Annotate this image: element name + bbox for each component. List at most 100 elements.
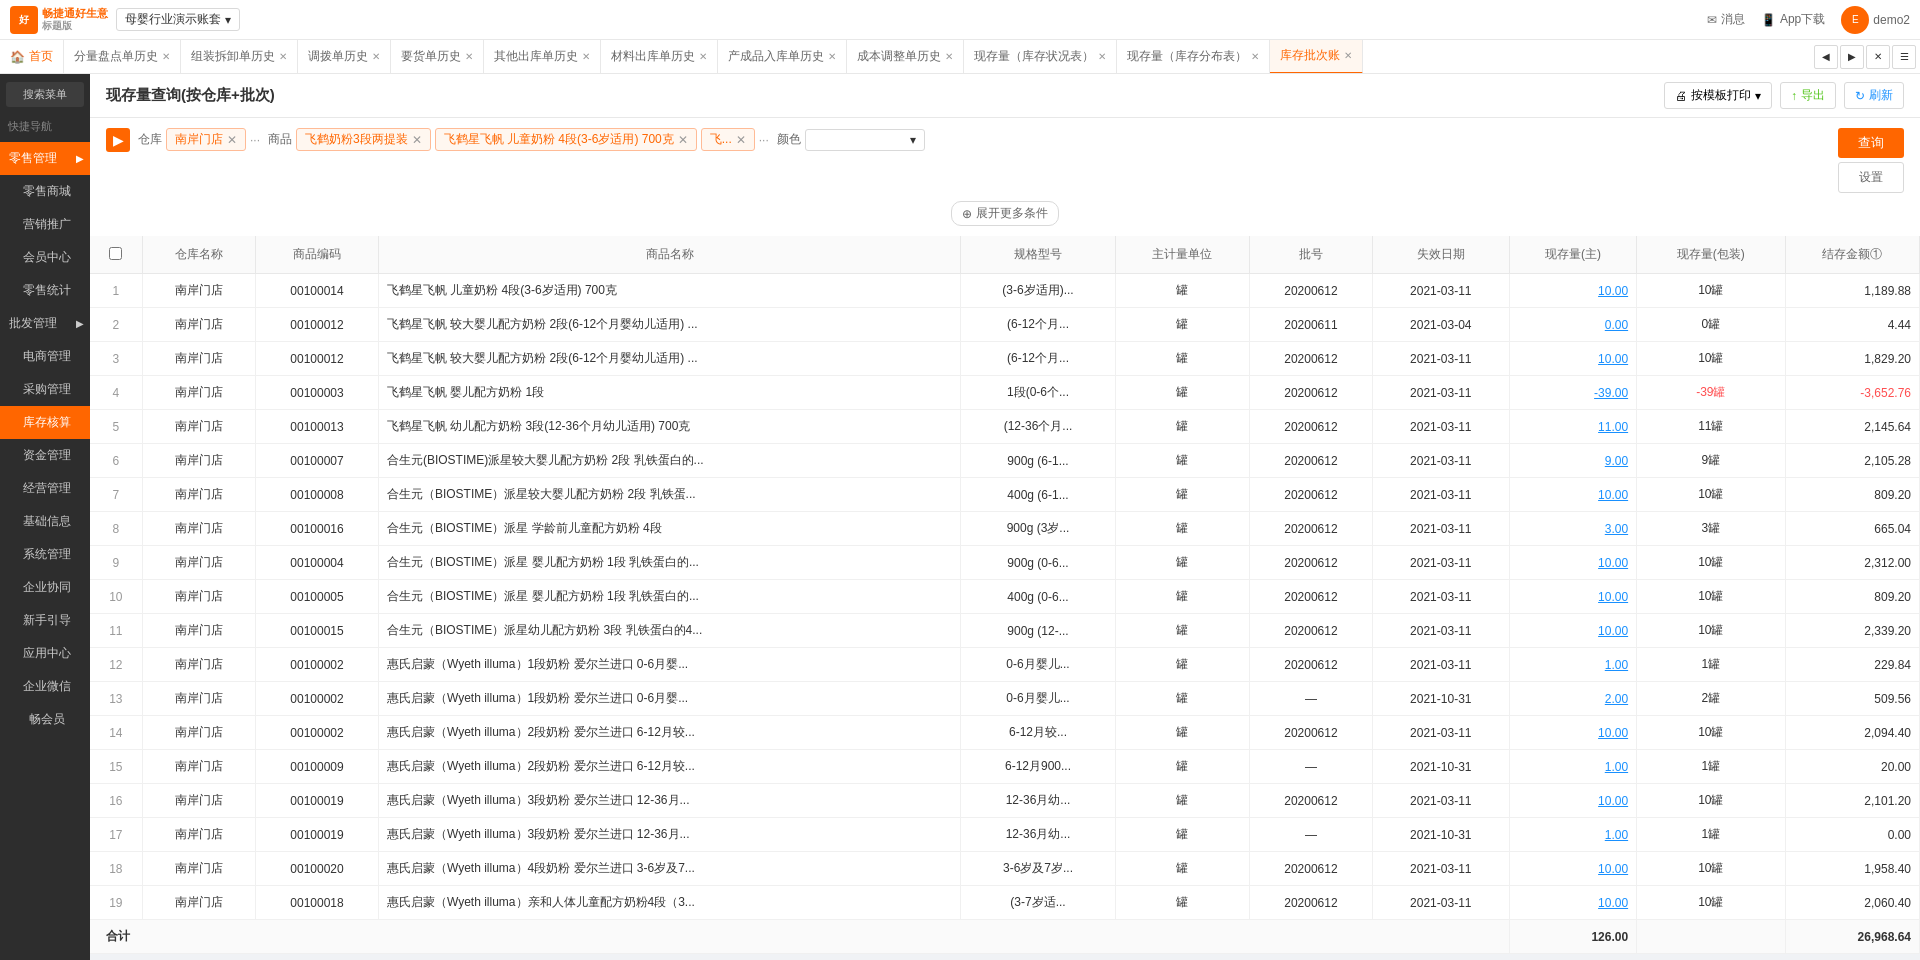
sidebar-item-finance[interactable]: 资金管理 bbox=[0, 439, 90, 472]
tab-xiancun2[interactable]: 现存量（库存分布表） ✕ bbox=[1117, 40, 1270, 74]
row-qty[interactable]: 10.00 bbox=[1509, 716, 1636, 750]
setting-button[interactable]: 设置 bbox=[1838, 162, 1904, 193]
tag-close-icon[interactable]: ✕ bbox=[412, 133, 422, 147]
user-avatar[interactable]: E demo2 bbox=[1841, 6, 1910, 34]
tag-close-icon[interactable]: ✕ bbox=[678, 133, 688, 147]
table-row: 17 南岸门店 00100019 惠氏启蒙（Wyeth illuma）3段奶粉 … bbox=[90, 818, 1920, 852]
warehouse-tag[interactable]: 南岸门店 ✕ bbox=[166, 128, 246, 151]
expand-filter-button[interactable]: ▶ bbox=[106, 128, 130, 152]
tag-close-icon[interactable]: ✕ bbox=[736, 133, 746, 147]
row-code: 00100007 bbox=[256, 444, 379, 478]
search-menu-button[interactable]: 搜索菜单 bbox=[6, 82, 84, 107]
row-qty[interactable]: 0.00 bbox=[1509, 308, 1636, 342]
select-all-checkbox[interactable] bbox=[109, 247, 122, 260]
row-qty[interactable]: 2.00 bbox=[1509, 682, 1636, 716]
sidebar-item-wechat[interactable]: 企业微信 bbox=[0, 670, 90, 703]
sidebar-item-system[interactable]: 系统管理 bbox=[0, 538, 90, 571]
tab-zuzhuang[interactable]: 组装拆卸单历史 ✕ bbox=[181, 40, 298, 74]
message-button[interactable]: ✉ 消息 bbox=[1707, 11, 1745, 28]
close-icon[interactable]: ✕ bbox=[372, 51, 380, 62]
sidebar-item-basic[interactable]: 基础信息 bbox=[0, 505, 90, 538]
row-qty[interactable]: 10.00 bbox=[1509, 580, 1636, 614]
sidebar-item-purchase[interactable]: 采购管理 bbox=[0, 373, 90, 406]
row-qty[interactable]: 10.00 bbox=[1509, 886, 1636, 920]
sidebar-item-member2[interactable]: 畅会员 bbox=[0, 703, 90, 736]
sidebar-item-apps[interactable]: 应用中心 bbox=[0, 637, 90, 670]
close-icon[interactable]: ✕ bbox=[828, 51, 836, 62]
tab-diaobo[interactable]: 调拨单历史 ✕ bbox=[298, 40, 391, 74]
row-qty[interactable]: 10.00 bbox=[1509, 852, 1636, 886]
top-bar: 好 畅捷通好生意 标题版 母婴行业演示账套 ▾ ✉ 消息 📱 App下载 E d… bbox=[0, 0, 1920, 40]
nav-menu-button[interactable]: ☰ bbox=[1892, 45, 1916, 69]
page-title: 现存量查询(按仓库+批次) bbox=[106, 86, 275, 105]
refresh-button[interactable]: ↻ 刷新 bbox=[1844, 82, 1904, 109]
product-tag-3[interactable]: 飞... ✕ bbox=[701, 128, 755, 151]
row-code: 00100015 bbox=[256, 614, 379, 648]
color-select[interactable]: ▾ bbox=[805, 129, 925, 151]
row-code: 00100009 bbox=[256, 750, 379, 784]
close-icon[interactable]: ✕ bbox=[279, 51, 287, 62]
row-qty[interactable]: 10.00 bbox=[1509, 478, 1636, 512]
sidebar-item-ecommerce[interactable]: 电商管理 bbox=[0, 340, 90, 373]
tab-yaohuo[interactable]: 要货单历史 ✕ bbox=[391, 40, 484, 74]
query-button[interactable]: 查询 bbox=[1838, 128, 1904, 158]
row-qty[interactable]: 9.00 bbox=[1509, 444, 1636, 478]
close-icon[interactable]: ✕ bbox=[699, 51, 707, 62]
row-qty[interactable]: 10.00 bbox=[1509, 546, 1636, 580]
sidebar-item-wholesale[interactable]: 批发管理 ▶ bbox=[0, 307, 90, 340]
app-download-button[interactable]: 📱 App下载 bbox=[1761, 11, 1825, 28]
tab-chengpin[interactable]: 产成品入库单历史 ✕ bbox=[718, 40, 847, 74]
tab-cailiao[interactable]: 材料出库单历史 ✕ bbox=[601, 40, 718, 74]
row-qty[interactable]: 10.00 bbox=[1509, 614, 1636, 648]
sidebar-item-marketing[interactable]: 营销推广 bbox=[0, 208, 90, 241]
product-tag-2[interactable]: 飞鹤星飞帆 儿童奶粉 4段(3-6岁适用) 700克 ✕ bbox=[435, 128, 697, 151]
row-qty[interactable]: 1.00 bbox=[1509, 818, 1636, 852]
row-batch: 20200612 bbox=[1250, 512, 1373, 546]
row-qty[interactable]: 10.00 bbox=[1509, 784, 1636, 818]
close-icon[interactable]: ✕ bbox=[162, 51, 170, 62]
print-button[interactable]: 🖨 按模板打印 ▾ bbox=[1664, 82, 1772, 109]
row-qty[interactable]: 1.00 bbox=[1509, 648, 1636, 682]
close-icon[interactable]: ✕ bbox=[1344, 50, 1352, 61]
row-qty[interactable]: 11.00 bbox=[1509, 410, 1636, 444]
row-index: 12 bbox=[90, 648, 142, 682]
close-icon[interactable]: ✕ bbox=[1251, 51, 1259, 62]
tab-xiancun1[interactable]: 现存量（库存状况表） ✕ bbox=[964, 40, 1117, 74]
export-button[interactable]: ↑ 导出 bbox=[1780, 82, 1836, 109]
sidebar-item-shop[interactable]: 零售商城 bbox=[0, 175, 90, 208]
expand-more-button[interactable]: ⊕ 展开更多条件 bbox=[951, 201, 1059, 226]
sidebar-item-retail[interactable]: 零售管理 ▶ bbox=[0, 142, 90, 175]
tab-qita[interactable]: 其他出库单历史 ✕ bbox=[484, 40, 601, 74]
close-icon[interactable]: ✕ bbox=[582, 51, 590, 62]
more-products-icon[interactable]: ··· bbox=[759, 133, 769, 147]
row-qty[interactable]: -39.00 bbox=[1509, 376, 1636, 410]
tag-close-icon[interactable]: ✕ bbox=[227, 133, 237, 147]
product-filter-label: 商品 bbox=[268, 131, 292, 148]
warehouse-select[interactable]: 母婴行业演示账套 ▾ bbox=[116, 8, 240, 31]
col-amount: 结存金额① bbox=[1785, 236, 1920, 274]
row-index: 5 bbox=[90, 410, 142, 444]
tab-kucun-pici[interactable]: 库存批次账 ✕ bbox=[1270, 40, 1363, 74]
row-qty[interactable]: 10.00 bbox=[1509, 274, 1636, 308]
close-icon[interactable]: ✕ bbox=[465, 51, 473, 62]
close-icon[interactable]: ✕ bbox=[1098, 51, 1106, 62]
sidebar-item-guide[interactable]: 新手引导 bbox=[0, 604, 90, 637]
sidebar-item-retail-stat[interactable]: 零售统计 bbox=[0, 274, 90, 307]
nav-prev-button[interactable]: ◀ bbox=[1814, 45, 1838, 69]
nav-next-button[interactable]: ▶ bbox=[1840, 45, 1864, 69]
sidebar-item-inventory[interactable]: 库存核算 bbox=[0, 406, 90, 439]
row-qty[interactable]: 3.00 bbox=[1509, 512, 1636, 546]
row-spec: 0-6月婴儿... bbox=[961, 682, 1115, 716]
tab-home[interactable]: 🏠 首页 bbox=[0, 40, 64, 74]
tab-chengben[interactable]: 成本调整单历史 ✕ bbox=[847, 40, 964, 74]
row-qty[interactable]: 1.00 bbox=[1509, 750, 1636, 784]
sidebar-item-enterprise[interactable]: 企业协同 bbox=[0, 571, 90, 604]
row-qty[interactable]: 10.00 bbox=[1509, 342, 1636, 376]
product-tag-1[interactable]: 飞鹤奶粉3段两提装 ✕ bbox=[296, 128, 431, 151]
close-icon[interactable]: ✕ bbox=[945, 51, 953, 62]
sidebar-item-member[interactable]: 会员中心 bbox=[0, 241, 90, 274]
more-filter-icon[interactable]: ··· bbox=[250, 133, 260, 147]
sidebar-item-operations[interactable]: 经营管理 bbox=[0, 472, 90, 505]
nav-close-button[interactable]: ✕ bbox=[1866, 45, 1890, 69]
tab-fenliang[interactable]: 分量盘点单历史 ✕ bbox=[64, 40, 181, 74]
